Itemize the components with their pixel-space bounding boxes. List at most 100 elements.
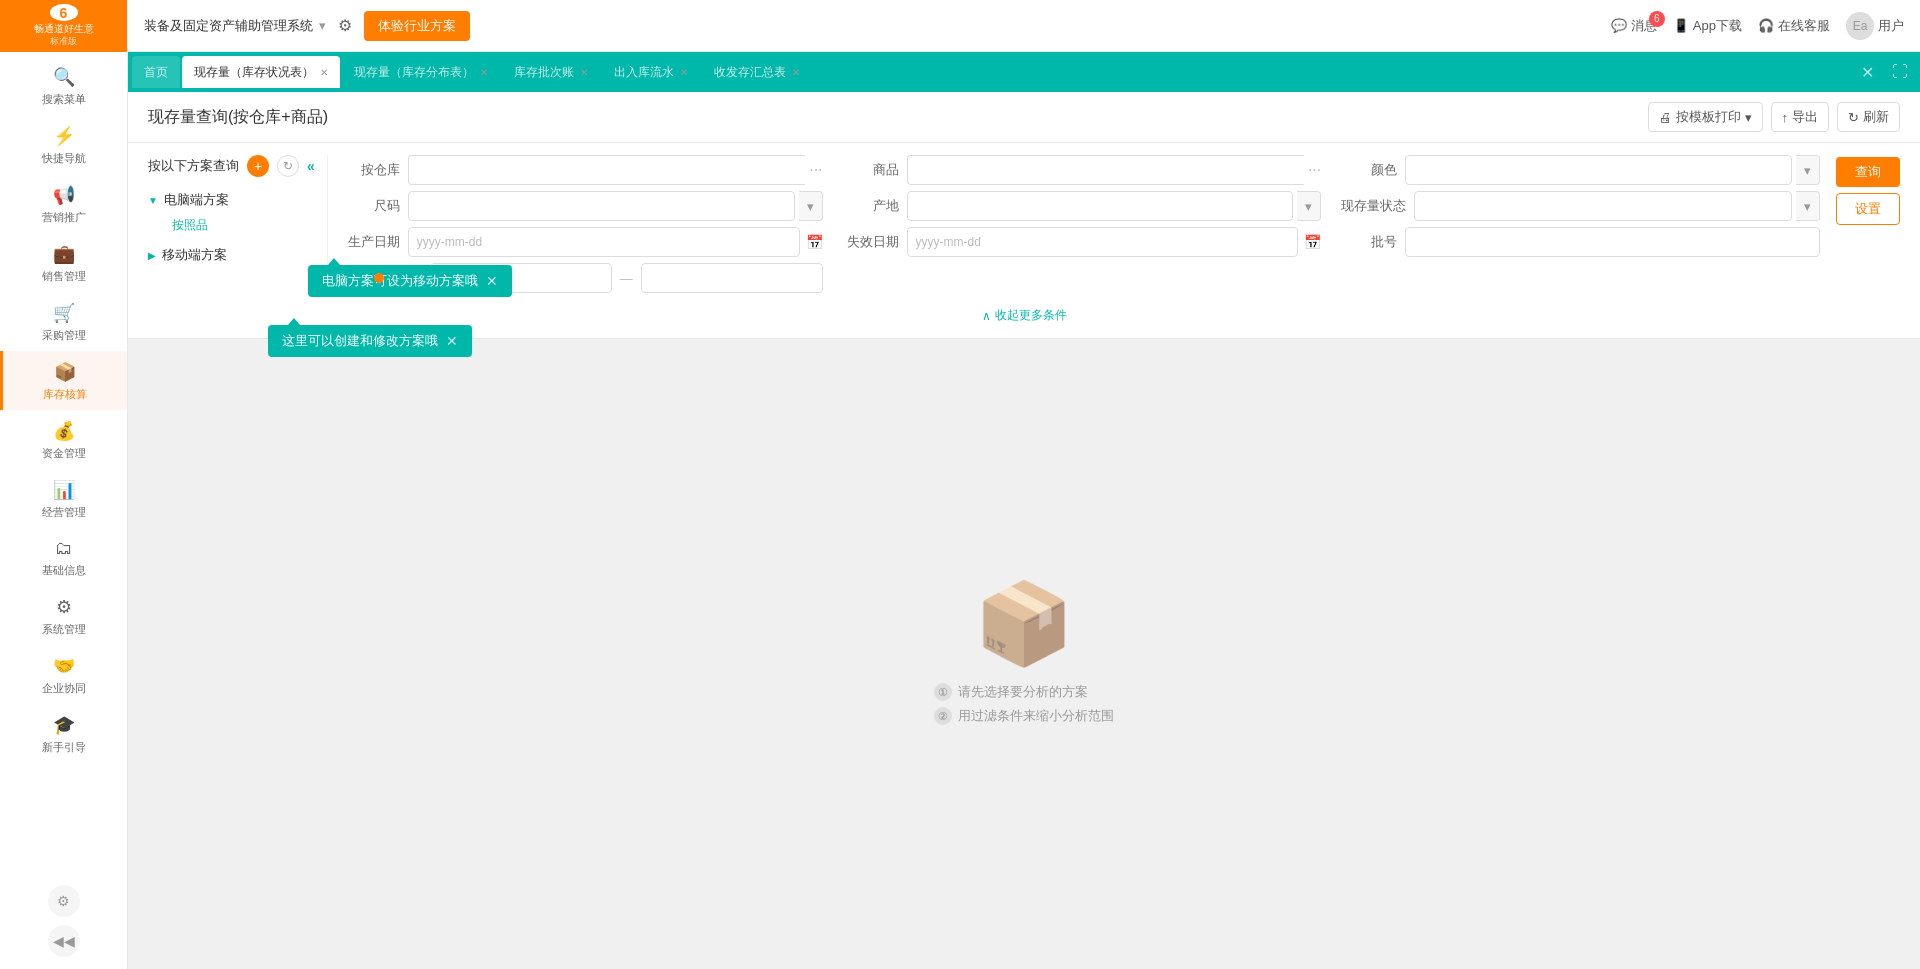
empty-illustration: 📦	[974, 577, 1074, 671]
sidebar-item-search[interactable]: 🔍 搜索菜单	[0, 56, 127, 115]
print-icon: 🖨	[1659, 110, 1672, 125]
scheme-item-product[interactable]: 按照品	[148, 213, 315, 238]
scheme-group-pc-header[interactable]: ▼ 电脑端方案	[148, 187, 315, 213]
headset-icon: 🎧	[1758, 18, 1774, 33]
tabs-expand-btn[interactable]: ⛶	[1884, 63, 1916, 81]
filter-add-btn[interactable]: +	[247, 155, 269, 177]
trial-btn[interactable]: 体验行业方案	[364, 11, 470, 41]
sidebar-item-inventory[interactable]: 📦 库存核算	[0, 351, 127, 410]
header-settings-icon[interactable]: ⚙	[338, 16, 352, 35]
page-title: 现存量查询(按仓库+商品)	[148, 107, 328, 128]
message-icon: 💬	[1611, 18, 1627, 33]
tab-batch-ledger[interactable]: 库存批次账 ✕	[502, 56, 600, 88]
filter-row-4: 现存量（主） —	[344, 263, 1820, 293]
filter-row-1: 按仓库 ··· 商品 ···	[344, 155, 1820, 185]
filter-area: 电脑方案可设为移动方案哦 ✕ 这里可以创建和修改方案哦 ✕ 按以下方案查询 + …	[128, 143, 1920, 339]
stock-status-input[interactable]	[1414, 191, 1792, 221]
sidebar-nav: 🔍 搜索菜单 ⚡ 快捷导航 📢 营销推广 💼 销售管理 🛒 采购管理 📦 库存核…	[0, 52, 127, 873]
refresh-btn[interactable]: ↻ 刷新	[1837, 102, 1900, 132]
page-header: 现存量查询(按仓库+商品) 🖨 按模板打印 ▾ ↑ 导出 ↻ 刷新	[128, 92, 1920, 143]
color-input[interactable]	[1405, 155, 1792, 185]
batch-input[interactable]	[1405, 227, 1820, 257]
sidebar-item-finance[interactable]: 💰 资金管理	[0, 410, 127, 469]
collapse-up-icon: ∧	[982, 309, 991, 323]
warehouse-input[interactable]	[408, 155, 805, 185]
product-input[interactable]	[907, 155, 1304, 185]
size-input-wrap: ▾	[408, 191, 823, 221]
operations-icon: 📊	[53, 479, 75, 501]
sidebar-item-sales[interactable]: 💼 销售管理	[0, 233, 127, 292]
product-input-wrap: ···	[907, 155, 1322, 185]
filter-expiry-date: 失效日期 📅	[843, 227, 1322, 257]
sidebar-item-enterprise[interactable]: 🤝 企业协同	[0, 645, 127, 704]
expiry-date-input[interactable]	[907, 227, 1299, 257]
expiry-date-wrap: 📅	[907, 227, 1322, 257]
export-btn[interactable]: ↑ 导出	[1771, 102, 1830, 132]
sidebar-collapse-btn[interactable]: ◀◀	[48, 925, 80, 957]
tabs-close-all-btn[interactable]: ✕	[1853, 63, 1882, 82]
filter-refresh-btn[interactable]: ↻	[277, 155, 299, 177]
sidebar-item-marketing[interactable]: 📢 营销推广	[0, 174, 127, 233]
scheme-group-mobile-header[interactable]: ▶ 移动端方案	[148, 242, 315, 268]
origin-dropdown-icon[interactable]: ▾	[1297, 191, 1321, 221]
filter-arrow-btn[interactable]: «	[307, 158, 315, 174]
tab-close-inventory-dist[interactable]: ✕	[480, 67, 488, 78]
stock-main-max-input[interactable]	[641, 263, 823, 293]
inventory-icon: 📦	[54, 361, 76, 383]
filter-batch: 批号	[1341, 227, 1820, 257]
app-download-btn[interactable]: 📱 App下载	[1673, 17, 1742, 35]
sidebar-item-guide[interactable]: 🎓 新手引导	[0, 704, 127, 763]
support-btn[interactable]: 🎧 在线客服	[1758, 17, 1830, 35]
tab-inventory-dist[interactable]: 现存量（库存分布表） ✕	[342, 56, 500, 88]
origin-input[interactable]	[907, 191, 1294, 221]
page-actions: 🖨 按模板打印 ▾ ↑ 导出 ↻ 刷新	[1648, 102, 1901, 132]
print-btn[interactable]: 🖨 按模板打印 ▾	[1648, 102, 1763, 132]
hint-num-1: ①	[934, 683, 952, 701]
scheme-list: ▼ 电脑端方案 按照品 ▶ 移动端方案	[148, 187, 315, 268]
filter-product: 商品 ···	[843, 155, 1322, 185]
size-input[interactable]	[408, 191, 795, 221]
production-calendar-icon[interactable]: 📅	[806, 234, 823, 250]
filter-stock-status: 现存量状态 ▾	[1341, 191, 1820, 221]
main-content: 装备及固定资产辅助管理系统 ▾ ⚙ 体验行业方案 💬 6 消息 📱 App下载 …	[128, 0, 1920, 969]
message-btn[interactable]: 💬 6 消息	[1611, 17, 1657, 35]
system-chevron: ▾	[319, 18, 326, 33]
warehouse-dots: ···	[809, 161, 822, 179]
empty-state: 📦 ① 请先选择要分析的方案 ② 用过滤条件来缩小分析范围	[128, 339, 1920, 969]
collapse-row[interactable]: ∧ 收起更多条件	[148, 299, 1900, 326]
tab-close-collect-report[interactable]: ✕	[792, 67, 800, 78]
settings-btn[interactable]: 设置	[1836, 193, 1900, 225]
sidebar-item-system[interactable]: ⚙ 系统管理	[0, 586, 127, 645]
tab-close-batch-ledger[interactable]: ✕	[580, 67, 588, 78]
tab-home[interactable]: 首页	[132, 56, 180, 88]
content-area: 现存量查询(按仓库+商品) 🖨 按模板打印 ▾ ↑ 导出 ↻ 刷新	[128, 92, 1920, 969]
expiry-calendar-icon[interactable]: 📅	[1304, 234, 1321, 250]
tab-close-inventory-status[interactable]: ✕	[320, 67, 328, 78]
refresh-icon: ↻	[1848, 110, 1859, 125]
query-btn[interactable]: 查询	[1836, 157, 1900, 187]
tab-inventory-status[interactable]: 现存量（库存状况表） ✕	[182, 56, 340, 88]
sidebar-item-operations[interactable]: 📊 经营管理	[0, 469, 127, 528]
guide-icon: 🎓	[53, 714, 75, 736]
enterprise-icon: 🤝	[53, 655, 75, 677]
tab-close-inout-flow[interactable]: ✕	[680, 67, 688, 78]
quicknav-icon: ⚡	[53, 125, 75, 147]
scheme-tooltip-close[interactable]: ✕	[486, 273, 498, 289]
stock-status-dropdown-icon[interactable]: ▾	[1796, 191, 1820, 221]
connector-dot	[374, 273, 384, 283]
sidebar-item-purchase[interactable]: 🛒 采购管理	[0, 292, 127, 351]
scheme-group-pc: ▼ 电脑端方案 按照品	[148, 187, 315, 238]
production-date-input[interactable]	[408, 227, 800, 257]
tab-inout-flow[interactable]: 出入库流水 ✕	[602, 56, 700, 88]
size-dropdown-icon[interactable]: ▾	[799, 191, 823, 221]
sidebar-item-quicknav[interactable]: ⚡ 快捷导航	[0, 115, 127, 174]
sidebar-settings-btn[interactable]: ⚙	[48, 885, 80, 917]
user-btn[interactable]: Ea 用户	[1846, 12, 1904, 40]
tab-collect-report[interactable]: 收发存汇总表 ✕	[702, 56, 812, 88]
sidebar: 6 畅通道好生意 标准版 🔍 搜索菜单 ⚡ 快捷导航 📢 营销推广 💼 销售管理…	[0, 0, 128, 969]
scheme-tooltip: 电脑方案可设为移动方案哦 ✕	[308, 265, 512, 297]
edit-tooltip-close[interactable]: ✕	[446, 333, 458, 349]
sidebar-item-basic[interactable]: 🗂 基础信息	[0, 528, 127, 586]
color-dropdown-icon[interactable]: ▾	[1796, 155, 1820, 185]
scheme-group-mobile: ▶ 移动端方案	[148, 242, 315, 268]
